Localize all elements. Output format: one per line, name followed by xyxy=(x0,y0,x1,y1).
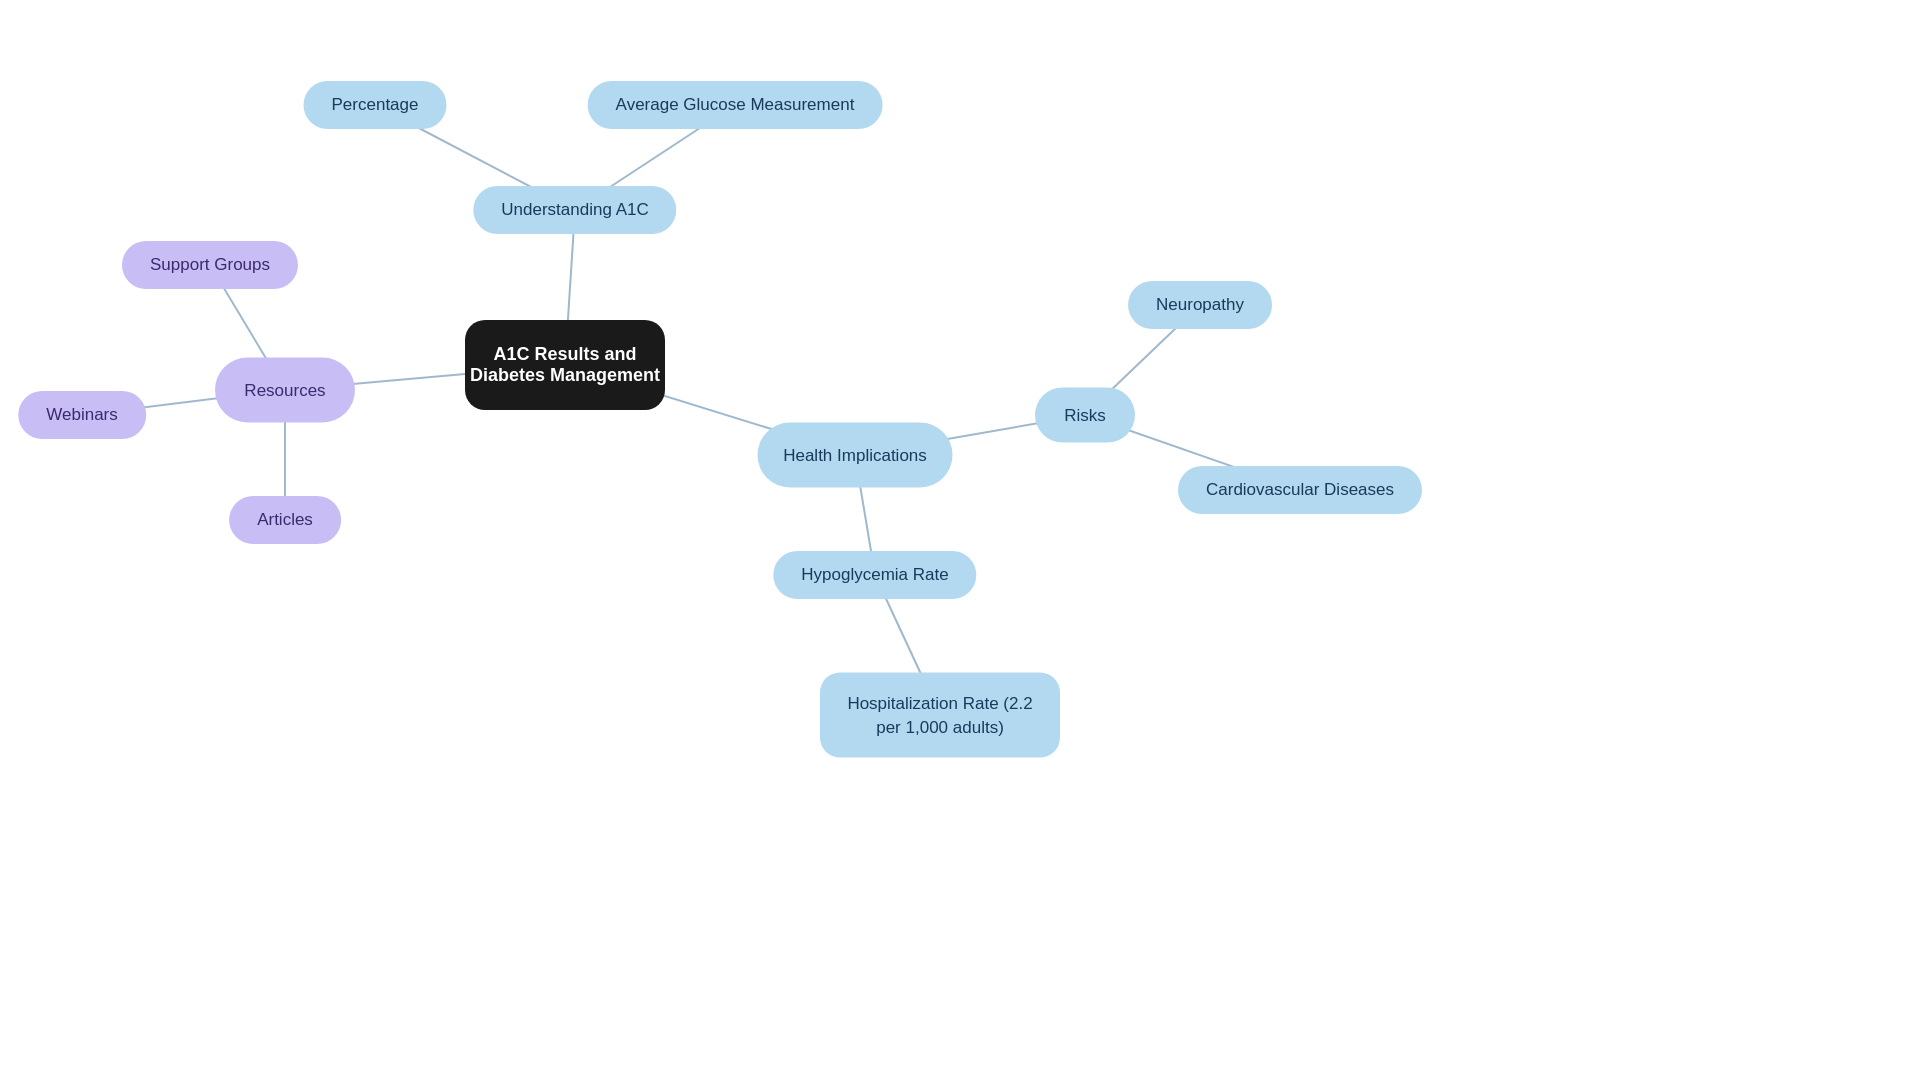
node-label: Neuropathy xyxy=(1156,295,1244,315)
node-label: Resources xyxy=(244,380,325,400)
node-average-glucose[interactable]: Average Glucose Measurement xyxy=(588,81,883,129)
node-hypoglycemia[interactable]: Hypoglycemia Rate xyxy=(773,551,976,599)
node-label: Hypoglycemia Rate xyxy=(801,565,948,585)
node-risks[interactable]: Risks xyxy=(1035,388,1135,443)
node-percentage[interactable]: Percentage xyxy=(304,81,447,129)
node-support-groups[interactable]: Support Groups xyxy=(122,241,298,289)
node-label: Average Glucose Measurement xyxy=(616,95,855,115)
node-label: Percentage xyxy=(332,95,419,115)
node-label: Articles xyxy=(257,510,313,530)
node-label: Risks xyxy=(1064,405,1106,425)
center-label: A1C Results and Diabetes Management xyxy=(465,344,665,386)
node-label: Hospitalization Rate (2.2 per 1,000 adul… xyxy=(844,691,1036,739)
center-node[interactable]: A1C Results and Diabetes Management xyxy=(465,320,665,410)
node-cardiovascular[interactable]: Cardiovascular Diseases xyxy=(1178,466,1422,514)
node-label: Cardiovascular Diseases xyxy=(1206,480,1394,500)
node-label: Understanding A1C xyxy=(501,200,648,220)
node-neuropathy[interactable]: Neuropathy xyxy=(1128,281,1272,329)
node-resources[interactable]: Resources xyxy=(215,358,355,423)
node-webinars[interactable]: Webinars xyxy=(18,391,146,439)
node-articles[interactable]: Articles xyxy=(229,496,341,544)
node-hospitalization[interactable]: Hospitalization Rate (2.2 per 1,000 adul… xyxy=(820,673,1060,758)
node-label: Health Implications xyxy=(783,445,927,465)
node-label: Support Groups xyxy=(150,255,270,275)
node-label: Webinars xyxy=(46,405,118,425)
node-health-implications[interactable]: Health Implications xyxy=(758,423,953,488)
node-understanding-a1c[interactable]: Understanding A1C xyxy=(473,186,676,234)
